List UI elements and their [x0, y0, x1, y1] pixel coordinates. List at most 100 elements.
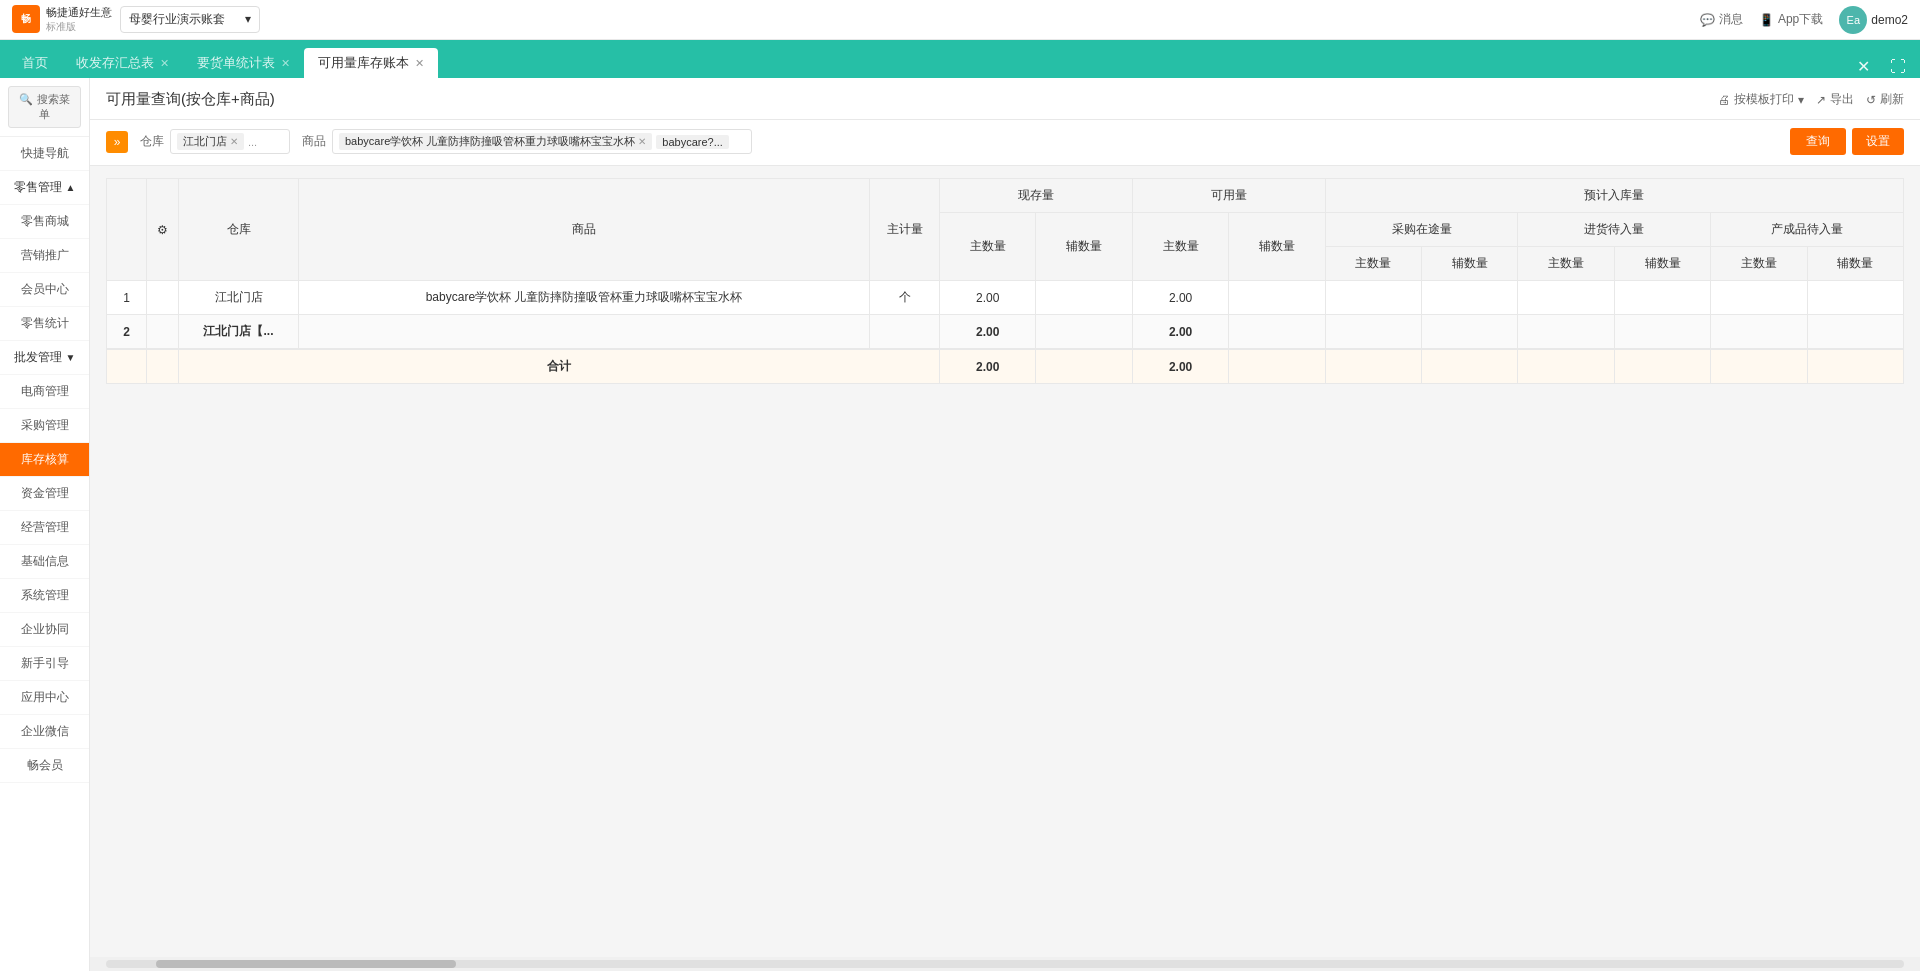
footer-purchase-aux: [1422, 349, 1518, 384]
row1-purchase-aux: [1422, 281, 1518, 315]
print-label: 按模板打印: [1734, 91, 1794, 108]
horizontal-scrollbar[interactable]: [90, 957, 1920, 971]
sidebar-item-retail-mall[interactable]: 零售商城: [0, 205, 89, 239]
warehouse-tag-input[interactable]: 江北门店 ✕ ...: [170, 129, 290, 154]
sidebar-finance-label: 资金管理: [21, 486, 69, 500]
inventory-table: ⚙ 仓库 商品 主计量 现存量 可用量 预计入库量 主数量 辅数量 主数量 辅数…: [106, 178, 1904, 384]
th-warehouse: 仓库: [179, 179, 299, 281]
search-menu-label: 搜索菜单: [37, 93, 70, 120]
logo-text: 畅捷通好生意: [46, 5, 112, 19]
sidebar-item-basic-info[interactable]: 基础信息: [0, 545, 89, 579]
sidebar-quick-nav-label: 快捷导航: [21, 146, 69, 160]
th-product: 商品: [299, 179, 870, 281]
sidebar-item-members[interactable]: 会员中心: [0, 273, 89, 307]
warehouse-tag-jiangbei: 江北门店 ✕: [177, 133, 244, 150]
user-area[interactable]: Ea demo2: [1839, 6, 1908, 34]
row1-incoming-main: [1518, 281, 1614, 315]
footer-product-main: [1711, 349, 1807, 384]
sidebar-item-member-vip[interactable]: 畅会员: [0, 749, 89, 783]
th-avail-main: 主数量: [1132, 213, 1228, 281]
chevron-down-icon-wholesale: ▼: [66, 352, 76, 363]
row2-purchase-main: [1325, 315, 1421, 350]
table-row: 1 江北门店 babycare学饮杯 儿童防摔防撞吸管杯重力球吸嘴杯宝宝水杯 个…: [107, 281, 1904, 315]
sidebar-item-quick-nav[interactable]: 快捷导航: [0, 137, 89, 171]
th-current-main: 主数量: [940, 213, 1036, 281]
th-index: [107, 179, 147, 281]
logo-text-area: 畅捷通好生意 标准版: [46, 5, 112, 33]
chevron-down-print-icon: ▾: [1798, 93, 1804, 107]
product-tag-input[interactable]: babycare学饮杯 儿童防摔防撞吸管杯重力球吸嘴杯宝宝水杯 ✕ babyca…: [332, 129, 752, 154]
warehouse-tag-text: 江北门店: [183, 134, 227, 149]
tab-order-stats-close-icon[interactable]: ✕: [281, 57, 290, 70]
sidebar-basic-info-label: 基础信息: [21, 554, 69, 568]
sidebar-marketing-label: 营销推广: [21, 248, 69, 262]
sidebar-item-retail-stats[interactable]: 零售统计: [0, 307, 89, 341]
logo-area: 畅 畅捷通好生意 标准版: [12, 5, 112, 33]
tab-home[interactable]: 首页: [8, 48, 62, 78]
sidebar-item-retail-mgmt[interactable]: 零售管理 ▲: [0, 171, 89, 205]
th-settings[interactable]: ⚙: [147, 179, 179, 281]
sidebar-item-enterprise-wx[interactable]: 企业微信: [0, 715, 89, 749]
app-download-button[interactable]: 📱 App下载: [1759, 11, 1823, 28]
content-area: 可用量查询(按仓库+商品) 🖨 按模板打印 ▾ ↗ 导出 ↺ 刷新: [90, 78, 1920, 971]
sidebar-item-ecommerce[interactable]: 电商管理: [0, 375, 89, 409]
row1-product-main: [1711, 281, 1807, 315]
th-incoming-aux: 辅数量: [1614, 247, 1710, 281]
row2-product-main: [1711, 315, 1807, 350]
sidebar-item-enterprise[interactable]: 企业协同: [0, 613, 89, 647]
search-menu-button[interactable]: 🔍 搜索菜单: [8, 86, 81, 128]
message-button[interactable]: 💬 消息: [1700, 11, 1743, 28]
filter-action-buttons: 查询 设置: [1790, 128, 1904, 155]
search-icon: 🔍: [19, 93, 36, 105]
table-row: 2 江北门店【... 2.00 2.00: [107, 315, 1904, 350]
warehouse-filter: 仓库 江北门店 ✕ ...: [140, 129, 290, 154]
sidebar-item-sys-mgmt[interactable]: 系统管理: [0, 579, 89, 613]
tab-available-stock[interactable]: 可用量库存账本 ✕: [304, 48, 438, 78]
logo-sub: 标准版: [46, 20, 112, 34]
export-button[interactable]: ↗ 导出: [1816, 91, 1854, 108]
warehouse-tag-close-icon[interactable]: ✕: [230, 136, 238, 147]
sidebar-item-finance[interactable]: 资金管理: [0, 477, 89, 511]
row2-incoming-main: [1518, 315, 1614, 350]
sidebar-item-app-center[interactable]: 应用中心: [0, 681, 89, 715]
sidebar-item-wholesale-mgmt[interactable]: 批发管理 ▼: [0, 341, 89, 375]
sidebar-app-center-label: 应用中心: [21, 690, 69, 704]
row2-product-aux: [1807, 315, 1903, 350]
tab-receipts-close-icon[interactable]: ✕: [160, 57, 169, 70]
refresh-label: 刷新: [1880, 91, 1904, 108]
close-tab-button[interactable]: ✕: [1851, 55, 1876, 78]
tab-available-stock-close-icon[interactable]: ✕: [415, 57, 424, 70]
product-tag-babycare2: babycare?...: [656, 135, 729, 149]
export-icon: ↗: [1816, 93, 1826, 107]
tab-bar: 首页 收发存汇总表 ✕ 要货单统计表 ✕ 可用量库存账本 ✕ ✕ ⛶: [0, 40, 1920, 78]
row2-settings: [147, 315, 179, 350]
footer-empty2: [147, 349, 179, 384]
settings-button[interactable]: 设置: [1852, 128, 1904, 155]
sidebar-item-inventory[interactable]: 库存核算: [0, 443, 89, 477]
top-bar: 畅 畅捷通好生意 标准版 母婴行业演示账套 ▾ 💬 消息 📱 App下载 Ea …: [0, 0, 1920, 40]
footer-incoming-main: [1518, 349, 1614, 384]
logo-icon: 畅: [12, 5, 40, 33]
page-title: 可用量查询(按仓库+商品): [106, 90, 275, 109]
query-button[interactable]: 查询: [1790, 128, 1846, 155]
tab-receipts[interactable]: 收发存汇总表 ✕: [62, 48, 183, 78]
filter-area: » 仓库 江北门店 ✕ ... 商品: [90, 120, 1920, 166]
industry-selector[interactable]: 母婴行业演示账套 ▾: [120, 6, 260, 33]
filter-row: » 仓库 江北门店 ✕ ... 商品: [106, 128, 1904, 155]
sidebar-item-new-guide[interactable]: 新手引导: [0, 647, 89, 681]
print-button[interactable]: 🖨 按模板打印 ▾: [1718, 91, 1804, 108]
row2-incoming-aux: [1614, 315, 1710, 350]
tab-order-stats[interactable]: 要货单统计表 ✕: [183, 48, 304, 78]
row1-index: 1: [107, 281, 147, 315]
scroll-thumb[interactable]: [156, 960, 456, 968]
sidebar-item-purchase[interactable]: 采购管理: [0, 409, 89, 443]
phone-icon: 📱: [1759, 13, 1774, 27]
refresh-button[interactable]: ↺ 刷新: [1866, 91, 1904, 108]
row1-current-aux: [1036, 281, 1132, 315]
product-tag-close-icon[interactable]: ✕: [638, 136, 646, 147]
filter-expand-button[interactable]: »: [106, 131, 128, 153]
expand-button[interactable]: ⛶: [1884, 56, 1912, 78]
sidebar-retail-mgmt-label: 零售管理: [14, 179, 62, 196]
sidebar-item-ops-mgmt[interactable]: 经营管理: [0, 511, 89, 545]
sidebar-item-marketing[interactable]: 营销推广: [0, 239, 89, 273]
